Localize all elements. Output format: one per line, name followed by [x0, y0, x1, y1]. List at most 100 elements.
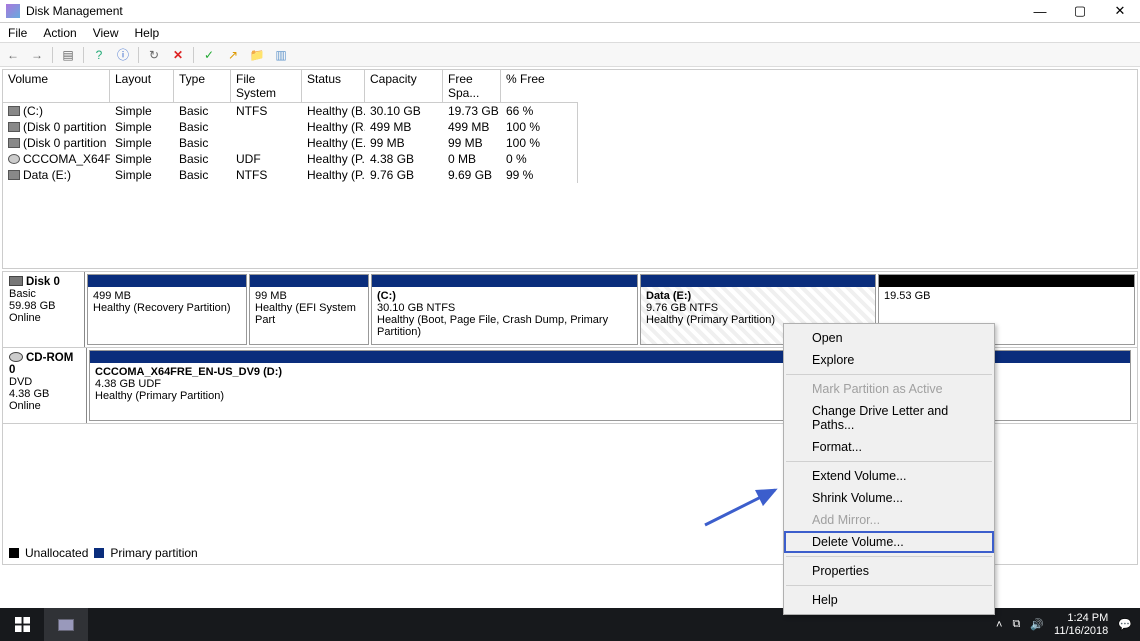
col-volume[interactable]: Volume	[3, 70, 110, 103]
disk-size: 59.98 GB	[9, 300, 55, 312]
volume-list-body: (C:)SimpleBasicNTFSHealthy (B...30.10 GB…	[3, 103, 1137, 268]
ctx-format[interactable]: Format...	[784, 436, 994, 458]
table-row[interactable]: Data (E:)SimpleBasicNTFSHealthy (P...9.7…	[3, 167, 1137, 183]
partition-header	[250, 275, 368, 287]
menu-bar: File Action View Help	[0, 23, 1140, 43]
cdrom-icon	[9, 352, 23, 362]
hdd-icon	[8, 170, 20, 180]
menu-file[interactable]: File	[0, 24, 35, 42]
disk-icon	[9, 276, 23, 286]
menu-view[interactable]: View	[85, 24, 127, 42]
tray-network-icon[interactable]: ⧉	[1012, 618, 1020, 631]
show-hide-icon[interactable]: ▤	[59, 46, 77, 64]
tray-volume-icon[interactable]: 🔊	[1030, 618, 1044, 631]
partition-header	[879, 275, 1134, 287]
hdd-icon	[8, 138, 20, 148]
menu-action[interactable]: Action	[35, 24, 84, 42]
partition-header	[372, 275, 637, 287]
ctx-help[interactable]: Help	[784, 589, 994, 611]
disk-label[interactable]: CD-ROM 0 DVD 4.38 GB Online	[3, 348, 87, 423]
action1-icon[interactable]: ✓	[200, 46, 218, 64]
close-button[interactable]: ✕	[1100, 0, 1140, 22]
title-bar: Disk Management — ▢ ✕	[0, 0, 1140, 23]
disk-title: Disk 0	[26, 276, 60, 288]
taskbar-app-disk-management[interactable]	[44, 608, 88, 641]
minimize-button[interactable]: —	[1020, 0, 1060, 22]
ctx-open[interactable]: Open	[784, 327, 994, 349]
toolbar-sep	[83, 47, 84, 63]
disk-state: Online	[9, 400, 41, 412]
col-layout[interactable]: Layout	[110, 70, 174, 103]
legend-unallocated-swatch	[9, 548, 19, 558]
tray-clock[interactable]: 1:24 PM 11/16/2018	[1054, 612, 1108, 636]
window-title: Disk Management	[26, 4, 123, 18]
volume-list-header: Volume Layout Type File System Status Ca…	[3, 70, 1137, 103]
tray-chevron-up-icon[interactable]: ˄	[996, 619, 1002, 631]
tray-date: 11/16/2018	[1054, 625, 1108, 637]
toolbar-sep	[138, 47, 139, 63]
disk-mgmt-icon	[58, 619, 74, 631]
ctx-sep	[786, 556, 992, 557]
tray-time: 1:24 PM	[1054, 612, 1108, 624]
context-menu: Open Explore Mark Partition as Active Ch…	[783, 323, 995, 615]
hdd-icon	[8, 106, 20, 116]
ctx-extend[interactable]: Extend Volume...	[784, 465, 994, 487]
col-pctfree[interactable]: % Free	[501, 70, 578, 103]
legend-primary-label: Primary partition	[110, 546, 197, 560]
ctx-delete-volume[interactable]: Delete Volume...	[784, 531, 994, 553]
maximize-button[interactable]: ▢	[1060, 0, 1100, 22]
ctx-mark-active: Mark Partition as Active	[784, 378, 994, 400]
ctx-explore[interactable]: Explore	[784, 349, 994, 371]
partition[interactable]: (C:)30.10 GB NTFSHealthy (Boot, Page Fil…	[371, 274, 638, 345]
toolbar: ← → ▤ ? ⓘ ↻ ✕ ✓ ↗ 📁 ▥	[0, 43, 1140, 67]
hdd-icon	[8, 122, 20, 132]
toolbar-sep	[193, 47, 194, 63]
legend-primary-swatch	[94, 548, 104, 558]
disk-kind: DVD	[9, 376, 32, 388]
table-row[interactable]: CCCOMA_X64FRE...SimpleBasicUDFHealthy (P…	[3, 151, 1137, 167]
volume-list: Volume Layout Type File System Status Ca…	[2, 69, 1138, 269]
ctx-shrink[interactable]: Shrink Volume...	[784, 487, 994, 509]
nav-back-icon[interactable]: ←	[4, 46, 22, 64]
disk-state: Online	[9, 312, 41, 324]
partition-header	[641, 275, 875, 287]
disk-label[interactable]: Disk 0 Basic 59.98 GB Online	[3, 272, 85, 347]
system-tray: ˄ ⧉ 🔊 1:24 PM 11/16/2018 💬	[996, 612, 1140, 636]
table-row[interactable]: (Disk 0 partition 1)SimpleBasicHealthy (…	[3, 119, 1137, 135]
action2-icon[interactable]: ↗	[224, 46, 242, 64]
toolbar-sep	[52, 47, 53, 63]
partition-header	[88, 275, 246, 287]
col-status[interactable]: Status	[302, 70, 365, 103]
ctx-add-mirror: Add Mirror...	[784, 509, 994, 531]
nav-forward-icon[interactable]: →	[28, 46, 46, 64]
app-icon	[6, 4, 20, 18]
table-row[interactable]: (Disk 0 partition 2)SimpleBasicHealthy (…	[3, 135, 1137, 151]
properties-icon[interactable]: ⓘ	[114, 46, 132, 64]
cd-icon	[8, 154, 20, 164]
ctx-sep	[786, 374, 992, 375]
action4-icon[interactable]: ▥	[272, 46, 290, 64]
tray-notifications-icon[interactable]: 💬	[1118, 618, 1132, 631]
legend-unallocated-label: Unallocated	[25, 546, 88, 560]
ctx-properties[interactable]: Properties	[784, 560, 994, 582]
disk-kind: Basic	[9, 288, 36, 300]
refresh-icon[interactable]: ↻	[145, 46, 163, 64]
disk-size: 4.38 GB	[9, 388, 49, 400]
action3-icon[interactable]: 📁	[248, 46, 266, 64]
start-button[interactable]	[0, 608, 44, 641]
ctx-change-letter[interactable]: Change Drive Letter and Paths...	[784, 400, 994, 436]
delete-icon[interactable]: ✕	[169, 46, 187, 64]
legend: Unallocated Primary partition	[3, 542, 204, 564]
partition[interactable]: 499 MBHealthy (Recovery Partition)	[87, 274, 247, 345]
table-row[interactable]: (C:)SimpleBasicNTFSHealthy (B...30.10 GB…	[3, 103, 1137, 119]
col-free[interactable]: Free Spa...	[443, 70, 501, 103]
ctx-sep	[786, 461, 992, 462]
col-capacity[interactable]: Capacity	[365, 70, 443, 103]
annotation-arrow	[700, 480, 790, 535]
col-type[interactable]: Type	[174, 70, 231, 103]
ctx-sep	[786, 585, 992, 586]
menu-help[interactable]: Help	[127, 24, 168, 42]
help-icon[interactable]: ?	[90, 46, 108, 64]
col-filesystem[interactable]: File System	[231, 70, 302, 103]
partition[interactable]: 99 MBHealthy (EFI System Part	[249, 274, 369, 345]
